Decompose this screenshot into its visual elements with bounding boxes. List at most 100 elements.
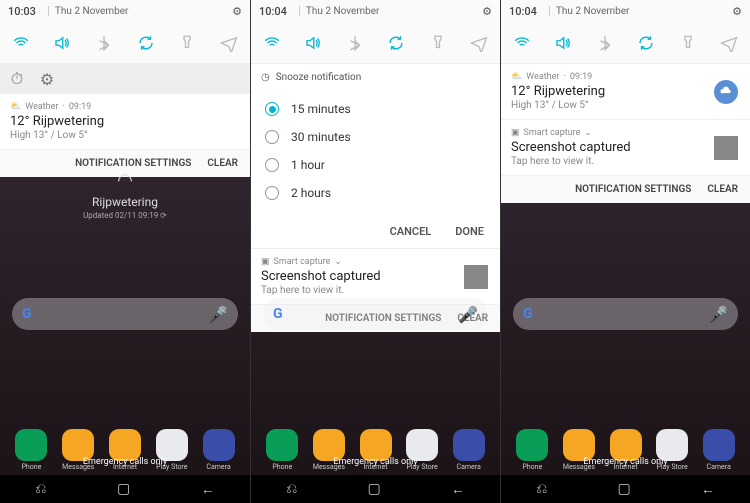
done-button[interactable]: DONE bbox=[455, 225, 484, 238]
wifi-icon[interactable] bbox=[512, 33, 532, 53]
widget-icon: ◠ bbox=[83, 170, 167, 191]
emergency-text: Emergency calls only bbox=[333, 457, 417, 467]
sound-icon[interactable] bbox=[52, 33, 72, 53]
app-camera[interactable]: Camera bbox=[703, 429, 735, 471]
airplane-icon[interactable] bbox=[219, 33, 239, 53]
bluetooth-icon[interactable] bbox=[595, 33, 615, 53]
quick-settings bbox=[251, 22, 500, 64]
notification-panel: ⏱ ⚙ ⛅Weather · 09:19 12° Rijpwetering Hi… bbox=[0, 64, 250, 177]
wifi-icon[interactable] bbox=[11, 33, 31, 53]
status-date: Thu 2 November bbox=[55, 6, 129, 17]
home-button[interactable]: ▢ bbox=[367, 481, 380, 497]
status-time: 10:04 bbox=[259, 5, 287, 18]
recents-button[interactable]: ⎌ bbox=[536, 481, 547, 497]
app-phone[interactable]: Phone bbox=[15, 429, 47, 471]
radio-icon bbox=[265, 102, 279, 116]
mic-icon[interactable]: 🎤 bbox=[708, 305, 728, 324]
airplane-icon[interactable] bbox=[469, 33, 489, 53]
chevron-down-icon[interactable]: ⌄ bbox=[334, 257, 342, 267]
notification-settings-button[interactable]: NOTIFICATION SETTINGS bbox=[575, 184, 691, 195]
back-button[interactable]: ← bbox=[701, 481, 715, 498]
navbar: ⎌ ▢ ← bbox=[501, 475, 750, 503]
snooze-option-15[interactable]: 15 minutes bbox=[261, 95, 490, 123]
rotate-icon[interactable] bbox=[386, 33, 406, 53]
emergency-text: Emergency calls only bbox=[83, 457, 167, 467]
statusbar: 10:04 Thu 2 November ⚙ bbox=[501, 0, 750, 22]
app-phone[interactable]: Phone bbox=[266, 429, 298, 471]
emergency-text: Emergency calls only bbox=[583, 457, 667, 467]
sound-icon[interactable] bbox=[553, 33, 573, 53]
bluetooth-icon[interactable] bbox=[345, 33, 365, 53]
clear-button[interactable]: CLEAR bbox=[707, 184, 738, 195]
airplane-icon[interactable] bbox=[719, 33, 739, 53]
status-time: 10:04 bbox=[509, 5, 537, 18]
home-button[interactable]: ▢ bbox=[617, 481, 630, 497]
google-logo-icon: G bbox=[22, 306, 32, 322]
wifi-icon[interactable] bbox=[262, 33, 282, 53]
sound-icon[interactable] bbox=[303, 33, 323, 53]
screenshot-notification[interactable]: ▣Smart capture ⌄ Screenshot captured Tap… bbox=[501, 120, 750, 176]
mic-icon[interactable]: 🎤 bbox=[458, 305, 478, 324]
snooze-options: 15 minutes 30 minutes 1 hour 2 hours bbox=[251, 91, 500, 215]
flashlight-icon[interactable] bbox=[428, 33, 448, 53]
clear-button[interactable]: CLEAR bbox=[207, 158, 238, 169]
snooze-icon[interactable]: ⏱ bbox=[8, 70, 26, 88]
gear-icon[interactable]: ⚙ bbox=[38, 70, 56, 88]
statusbar: 10:03 Thu 2 November ⚙ bbox=[0, 0, 250, 22]
panel-actions: NOTIFICATION SETTINGS CLEAR bbox=[501, 176, 750, 203]
settings-gear-icon[interactable]: ⚙ bbox=[232, 5, 242, 18]
panel-header-icons: ⏱ ⚙ bbox=[0, 64, 250, 94]
back-button[interactable]: ← bbox=[451, 481, 465, 498]
weather-app-icon: ⛅ bbox=[511, 72, 522, 82]
phone-screen-2: 10:04 Thu 2 November ⚙ ◷ Snooze notifica… bbox=[250, 0, 500, 503]
rotate-icon[interactable] bbox=[136, 33, 156, 53]
chevron-down-icon[interactable]: ⌄ bbox=[584, 128, 592, 138]
rotate-icon[interactable] bbox=[636, 33, 656, 53]
weather-widget[interactable]: ◠ Rijpwetering Updated 02/11 09:19 ⟳ bbox=[83, 170, 167, 220]
home-button[interactable]: ▢ bbox=[117, 481, 130, 497]
quick-settings bbox=[0, 22, 250, 64]
radio-icon bbox=[265, 158, 279, 172]
radio-icon bbox=[265, 186, 279, 200]
snooze-option-2h[interactable]: 2 hours bbox=[261, 179, 490, 207]
app-camera[interactable]: Camera bbox=[453, 429, 485, 471]
navbar: ⎌ ▢ ← bbox=[251, 475, 500, 503]
settings-gear-icon[interactable]: ⚙ bbox=[732, 5, 742, 18]
status-date: Thu 2 November bbox=[556, 6, 630, 17]
capture-icon: ▣ bbox=[261, 257, 270, 267]
snooze-icon: ◷ bbox=[261, 72, 270, 83]
bluetooth-icon[interactable] bbox=[94, 33, 114, 53]
status-time: 10:03 bbox=[8, 5, 36, 18]
snooze-actions: CANCEL DONE bbox=[251, 215, 500, 249]
statusbar: 10:04 Thu 2 November ⚙ bbox=[251, 0, 500, 22]
notification-settings-button[interactable]: NOTIFICATION SETTINGS bbox=[75, 158, 191, 169]
screenshot-thumb[interactable] bbox=[464, 265, 488, 289]
weather-notification[interactable]: ⛅Weather · 09:19 12° Rijpwetering High 1… bbox=[0, 94, 250, 150]
recents-button[interactable]: ⎌ bbox=[35, 481, 46, 497]
navbar: ⎌ ▢ ← bbox=[0, 475, 250, 503]
flashlight-icon[interactable] bbox=[177, 33, 197, 53]
quick-settings bbox=[501, 22, 750, 64]
mic-icon[interactable]: 🎤 bbox=[208, 305, 228, 324]
capture-icon: ▣ bbox=[511, 128, 520, 138]
back-button[interactable]: ← bbox=[201, 481, 215, 498]
settings-gear-icon[interactable]: ⚙ bbox=[482, 5, 492, 18]
phone-screen-1: 10:03 Thu 2 November ⚙ ⏱ ⚙ ⛅Weather · 09… bbox=[0, 0, 250, 503]
notification-panel: ◷ Snooze notification 15 minutes 30 minu… bbox=[251, 64, 500, 332]
app-phone[interactable]: Phone bbox=[516, 429, 548, 471]
snooze-option-1h[interactable]: 1 hour bbox=[261, 151, 490, 179]
status-date: Thu 2 November bbox=[306, 6, 380, 17]
cancel-button[interactable]: CANCEL bbox=[390, 225, 432, 238]
recents-button[interactable]: ⎌ bbox=[286, 481, 297, 497]
google-search-bar[interactable]: G 🎤 bbox=[513, 298, 738, 330]
screenshot-notification[interactable]: ▣Smart capture ⌄ Screenshot captured Tap… bbox=[251, 249, 500, 305]
google-search-bar[interactable]: G 🎤 bbox=[263, 298, 488, 330]
weather-notification[interactable]: ⛅Weather · 09:19 12° Rijpwetering High 1… bbox=[501, 64, 750, 120]
app-camera[interactable]: Camera bbox=[203, 429, 235, 471]
screenshot-thumb[interactable] bbox=[714, 136, 738, 160]
flashlight-icon[interactable] bbox=[678, 33, 698, 53]
google-search-bar[interactable]: G 🎤 bbox=[12, 298, 238, 330]
phone-screen-3: 10:04 Thu 2 November ⚙ ⛅Weather · 09:19 … bbox=[500, 0, 750, 503]
weather-app-icon: ⛅ bbox=[10, 102, 21, 112]
snooze-option-30[interactable]: 30 minutes bbox=[261, 123, 490, 151]
